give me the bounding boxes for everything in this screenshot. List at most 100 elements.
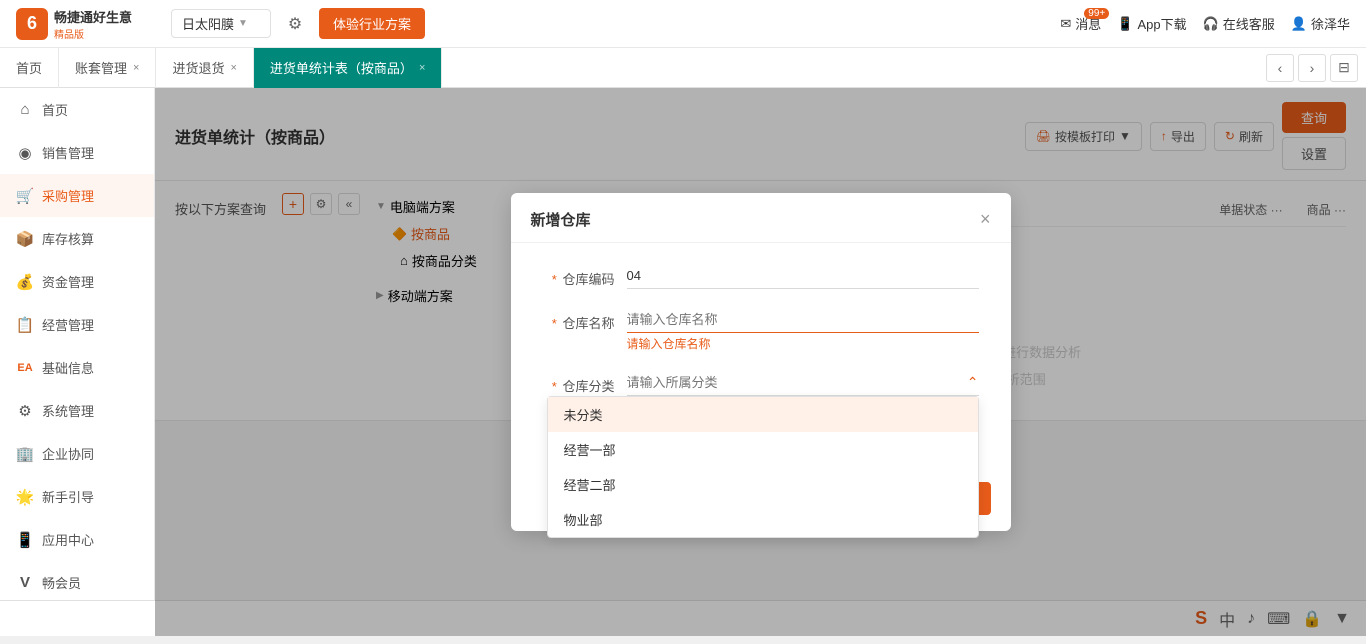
category-chevron-up-icon[interactable]: ⌃ — [967, 374, 979, 391]
message-badge: 99+ — [1084, 8, 1109, 19]
sidebar-item-sales-label: 销售管理 — [42, 143, 94, 162]
message-icon: ✉ — [1060, 16, 1071, 32]
required-star-name: * — [552, 316, 557, 331]
sidebar-item-finance-label: 资金管理 — [42, 272, 94, 291]
dropdown-item-dept1[interactable]: 经营一部 — [548, 432, 978, 467]
tab-menu-btn[interactable]: ⊟ — [1330, 54, 1358, 82]
tab-purchase-stats[interactable]: 进货单统计表（按商品） × — [254, 48, 442, 88]
dropdown-item-dept2[interactable]: 经营二部 — [548, 467, 978, 502]
category-select-wrap: ⌃ 未分类 经营一部 经营二部 — [627, 370, 979, 396]
sidebar-item-inventory-label: 库存核算 — [42, 229, 94, 248]
tab-home[interactable]: 首页 — [0, 48, 59, 88]
logo-text: 畅捷通好生意 精品版 — [54, 7, 132, 41]
sidebar-item-app-center[interactable]: 📱 应用中心 — [0, 518, 154, 561]
home-icon: ⌂ — [16, 101, 34, 119]
online-service-label: 在线客服 — [1223, 14, 1275, 33]
name-error-msg: 请输入仓库名称 — [627, 335, 979, 352]
sidebar-item-basic-info-label: 基础信息 — [42, 358, 94, 377]
dropdown-item-property[interactable]: 物业部 — [548, 502, 978, 537]
system-icon: ⚙ — [16, 402, 34, 420]
tab-purchase-stats-close[interactable]: × — [419, 62, 425, 74]
category-dropdown: 未分类 经营一部 经营二部 物业部 — [547, 396, 979, 538]
modal-new-warehouse: 新增仓库 × * 仓库编码 * — [511, 193, 1011, 531]
category-label-text: 仓库分类 — [562, 379, 614, 394]
sidebar-item-guide-label: 新手引导 — [42, 487, 94, 506]
top-header: 6 畅捷通好生意 精品版 日太阳膜 ▼ ⚙ 体验行业方案 ✉ 消息 99+ 📱 … — [0, 0, 1366, 48]
modal-overlay: 新增仓库 × * 仓库编码 * — [155, 88, 1366, 636]
category-label: * 仓库分类 — [543, 370, 615, 395]
name-input[interactable] — [627, 307, 979, 333]
category-input[interactable] — [627, 370, 979, 396]
content-area: 进货单统计（按商品） 🖨 按模板打印 ▼ ↑ 导出 ↻ 刷新 查询 设置 — [155, 88, 1366, 636]
tab-purchase-return-close[interactable]: × — [230, 62, 236, 74]
user-avatar[interactable]: 👤 徐泽华 — [1291, 14, 1350, 33]
sidebar-item-enterprise[interactable]: 🏢 企业协同 — [0, 432, 154, 475]
form-row-name: * 仓库名称 请输入仓库名称 — [543, 307, 979, 352]
tab-home-label: 首页 — [16, 58, 42, 77]
chevron-down-icon: ▼ — [238, 18, 248, 29]
sidebar-item-system-label: 系统管理 — [42, 401, 94, 420]
main-layout: ⌂ 首页 ◉ 销售管理 🛒 采购管理 📦 库存核算 💰 资金管理 📋 经营管理 … — [0, 88, 1366, 636]
tab-bar: 首页 账套管理 × 进货退货 × 进货单统计表（按商品） × ‹ › ⊟ — [0, 48, 1366, 88]
app-subtitle: 精品版 — [54, 26, 132, 41]
vip-icon: V — [16, 574, 34, 592]
sidebar-item-app-center-label: 应用中心 — [42, 530, 94, 549]
sidebar-item-purchase[interactable]: 🛒 采购管理 — [0, 174, 154, 217]
sidebar-item-finance[interactable]: 💰 资金管理 — [0, 260, 154, 303]
name-input-wrap: 请输入仓库名称 — [627, 307, 979, 352]
sidebar-item-home[interactable]: ⌂ 首页 — [0, 88, 154, 131]
dropdown-item-property-label: 物业部 — [564, 513, 603, 528]
guide-icon: 🌟 — [16, 488, 34, 506]
tab-account[interactable]: 账套管理 × — [59, 48, 156, 88]
app-download-item[interactable]: 📱 App下载 — [1117, 14, 1186, 33]
code-label: * 仓库编码 — [543, 263, 615, 288]
sidebar-item-basic-info[interactable]: EA 基础信息 — [0, 346, 154, 389]
tab-account-close[interactable]: × — [133, 62, 139, 74]
inventory-icon: 📦 — [16, 230, 34, 248]
modal-close-btn[interactable]: × — [980, 209, 991, 230]
app-download-label: App下载 — [1137, 14, 1186, 33]
required-star-code: * — [552, 272, 557, 287]
tab-account-label: 账套管理 — [75, 58, 127, 77]
modal-body: * 仓库编码 * 仓库名称 请输入仓库名称 — [511, 243, 1011, 474]
store-name: 日太阳膜 — [182, 14, 234, 33]
sidebar-item-vip[interactable]: V 畅会员 — [0, 561, 154, 604]
message-icon-item[interactable]: ✉ 消息 99+ — [1060, 14, 1101, 33]
tab-purchase-stats-label: 进货单统计表（按商品） — [270, 58, 413, 77]
user-name: 徐泽华 — [1311, 14, 1350, 33]
tab-next-btn[interactable]: › — [1298, 54, 1326, 82]
sales-icon: ◉ — [16, 144, 34, 162]
name-label-text: 仓库名称 — [562, 316, 614, 331]
code-input[interactable] — [627, 263, 979, 289]
logo-icon: 6 — [16, 8, 48, 40]
online-service-item[interactable]: 🎧 在线客服 — [1203, 14, 1275, 33]
sidebar-item-inventory[interactable]: 📦 库存核算 — [0, 217, 154, 260]
dropdown-item-unclassified[interactable]: 未分类 — [548, 397, 978, 432]
sidebar-item-sales[interactable]: ◉ 销售管理 — [0, 131, 154, 174]
enterprise-icon: 🏢 — [16, 445, 34, 463]
dropdown-item-dept2-label: 经营二部 — [564, 478, 616, 493]
dropdown-item-dept1-label: 经营一部 — [564, 443, 616, 458]
code-label-text: 仓库编码 — [562, 272, 614, 287]
avatar-icon: 👤 — [1291, 16, 1307, 32]
header-settings-btn[interactable]: ⚙ — [279, 8, 311, 40]
sidebar-item-purchase-label: 采购管理 — [42, 186, 94, 205]
tab-prev-btn[interactable]: ‹ — [1266, 54, 1294, 82]
basic-info-icon: EA — [16, 359, 34, 377]
sidebar-item-enterprise-label: 企业协同 — [42, 444, 94, 463]
sidebar-item-vip-label: 畅会员 — [42, 573, 81, 592]
sidebar-item-operations[interactable]: 📋 经营管理 — [0, 303, 154, 346]
sidebar-item-operations-label: 经营管理 — [42, 315, 94, 334]
app-center-icon: 📱 — [16, 531, 34, 549]
purchase-icon: 🛒 — [16, 187, 34, 205]
tab-purchase-return[interactable]: 进货退货 × — [156, 48, 253, 88]
sidebar-item-guide[interactable]: 🌟 新手引导 — [0, 475, 154, 518]
store-selector[interactable]: 日太阳膜 ▼ — [171, 9, 271, 38]
form-row-category: * 仓库分类 ⌃ 未分类 经 — [543, 370, 979, 396]
name-label: * 仓库名称 — [543, 307, 615, 332]
sidebar-item-home-label: 首页 — [42, 100, 68, 119]
finance-icon: 💰 — [16, 273, 34, 291]
trial-button[interactable]: 体验行业方案 — [319, 8, 425, 39]
sidebar-item-system[interactable]: ⚙ 系统管理 — [0, 389, 154, 432]
dropdown-item-unclassified-label: 未分类 — [564, 408, 603, 423]
